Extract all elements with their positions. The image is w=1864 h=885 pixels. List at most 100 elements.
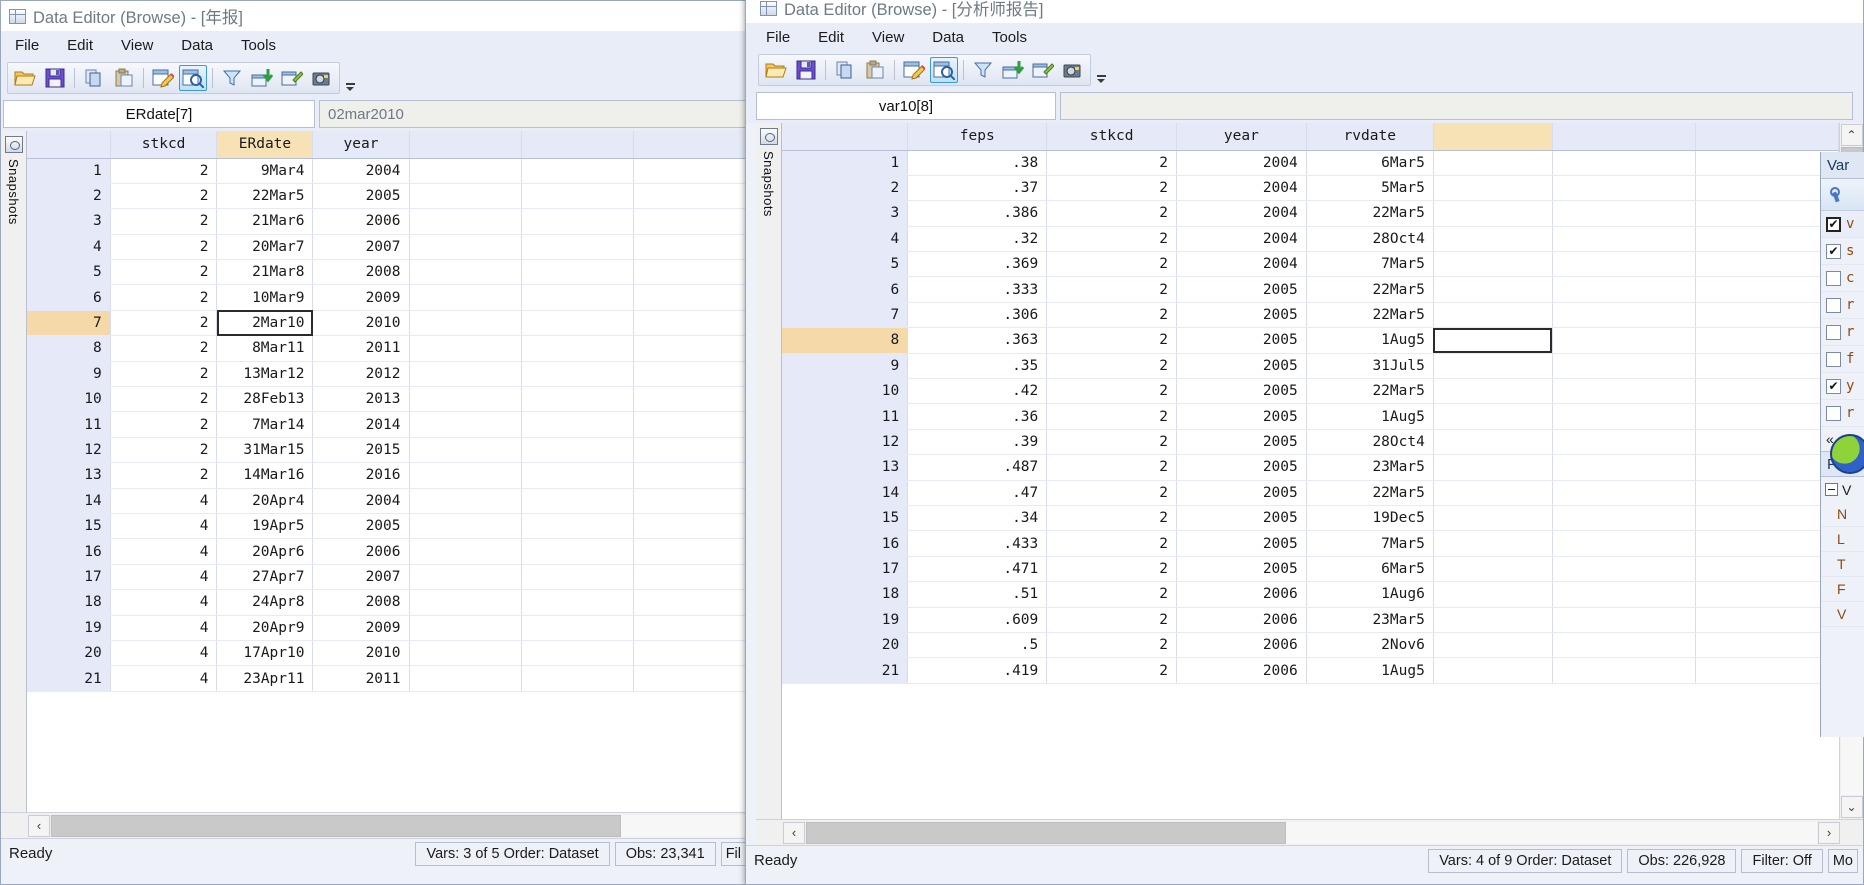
table-row[interactable]: 3.386 2 2004 22Mar5: [782, 200, 1839, 227]
cell-erdate[interactable]: 7Mar14: [216, 411, 314, 438]
table-row[interactable]: 20.5 2 2006 2Nov6: [782, 632, 1839, 659]
cell-empty[interactable]: [521, 462, 634, 489]
table-row[interactable]: 19 4 20Apr9 2009: [27, 615, 751, 641]
export-icon[interactable]: [278, 65, 306, 91]
cell-var10[interactable]: [1433, 353, 1553, 380]
row-observation-number[interactable]: 19: [782, 607, 909, 633]
cell-empty[interactable]: [1695, 276, 1839, 303]
row-observation-number[interactable]: 21: [782, 657, 909, 684]
table-row[interactable]: 5 2 21Mar8 2008: [27, 259, 751, 286]
table-row[interactable]: 10.42 2 2005 22Mar5: [782, 378, 1839, 405]
cell-rvdate[interactable]: 28Oct4: [1306, 226, 1434, 253]
table-row[interactable]: 6.333 2 2005 22Mar5: [782, 276, 1839, 303]
cell-empty[interactable]: [633, 183, 751, 210]
browse-mode-icon[interactable]: [930, 57, 958, 83]
cell-stkcd[interactable]: 2: [110, 335, 218, 362]
cell-rvdate[interactable]: 7Mar5: [1306, 530, 1434, 557]
cell-empty[interactable]: [521, 335, 634, 362]
cell-empty[interactable]: [521, 158, 634, 184]
cell-year[interactable]: 2006: [1176, 657, 1307, 684]
left-cell-value[interactable]: 02mar2010: [319, 100, 749, 128]
cell-empty[interactable]: [409, 564, 522, 591]
cell-year[interactable]: 2005: [1176, 353, 1307, 380]
cell-empty[interactable]: [633, 589, 751, 616]
left-data-editor-window[interactable]: Data Editor (Browse) - [年报] File Edit Vi…: [0, 0, 752, 885]
cell-var10[interactable]: [1433, 657, 1553, 684]
table-row[interactable]: 18 4 24Apr8 2008: [27, 589, 751, 616]
cell-erdate[interactable]: 20Apr4: [216, 488, 314, 514]
cell-rvdate[interactable]: 28Oct4: [1306, 429, 1434, 456]
snapshot-icon[interactable]: [308, 65, 336, 91]
cell-stkcd[interactable]: 2: [110, 208, 218, 235]
cell-stkcd[interactable]: 2: [1046, 378, 1177, 405]
cell-year[interactable]: 2011: [312, 665, 410, 692]
variable-list-item[interactable]: ✔ v: [1821, 211, 1864, 238]
cell-feps[interactable]: .609: [907, 607, 1048, 633]
table-row[interactable]: 14.47 2 2005 22Mar5: [782, 480, 1839, 506]
cell-empty[interactable]: [633, 615, 751, 641]
cell-empty[interactable]: [409, 310, 522, 337]
cell-empty[interactable]: [409, 538, 522, 565]
row-observation-number[interactable]: 1: [782, 150, 909, 176]
cell-stkcd[interactable]: 2: [110, 284, 218, 311]
scroll-up-arrow-icon[interactable]: ⌃: [1840, 124, 1863, 146]
cell-empty[interactable]: [633, 361, 751, 388]
cell-var10[interactable]: [1433, 454, 1553, 481]
table-row[interactable]: 9 2 13Mar12 2012: [27, 361, 751, 388]
cell-empty[interactable]: [1695, 378, 1839, 405]
table-row[interactable]: 21.419 2 2006 1Aug5: [782, 657, 1839, 684]
table-row[interactable]: 4.32 2 2004 28Oct4: [782, 226, 1839, 253]
cell-empty[interactable]: [633, 310, 751, 337]
row-observation-number[interactable]: 16: [27, 538, 111, 565]
cell-empty[interactable]: [633, 284, 751, 311]
cell-empty[interactable]: [409, 488, 522, 514]
cell-empty[interactable]: [521, 284, 634, 311]
cell-feps[interactable]: .34: [907, 505, 1048, 532]
cell-empty[interactable]: [409, 640, 522, 667]
col-header-feps[interactable]: feps: [907, 123, 1048, 151]
table-row[interactable]: 1.38 2 2004 6Mar5: [782, 150, 1839, 176]
cell-feps[interactable]: .47: [907, 480, 1048, 506]
col-header-var10[interactable]: [1433, 123, 1553, 151]
table-row[interactable]: 16.433 2 2005 7Mar5: [782, 530, 1839, 557]
cell-stkcd[interactable]: 2: [1046, 276, 1177, 303]
checkbox[interactable]: ✔: [1826, 243, 1841, 259]
cell-feps[interactable]: .363: [907, 327, 1048, 354]
cell-feps[interactable]: .433: [907, 530, 1048, 557]
cell-year[interactable]: 2004: [312, 158, 410, 184]
cell-empty[interactable]: [409, 437, 522, 464]
cell-stkcd[interactable]: 4: [110, 538, 218, 565]
cell-year[interactable]: 2004: [1176, 150, 1307, 176]
row-observation-number[interactable]: 16: [782, 530, 909, 557]
cell-var10[interactable]: [1433, 302, 1553, 329]
cell-rvdate[interactable]: 1Aug5: [1306, 327, 1434, 354]
row-observation-number[interactable]: 3: [782, 200, 909, 227]
right-snapshots-tab[interactable]: Snapshots: [756, 123, 782, 819]
cell-empty[interactable]: [521, 386, 634, 413]
row-observation-number[interactable]: 11: [27, 411, 111, 438]
cell-rvdate[interactable]: 6Mar5: [1306, 556, 1434, 583]
table-row[interactable]: 21 4 23Apr11 2011: [27, 665, 751, 692]
cell-year[interactable]: 2006: [1176, 632, 1307, 659]
table-row[interactable]: 2 2 22Mar5 2005: [27, 183, 751, 210]
cell-erdate[interactable]: 13Mar12: [216, 361, 314, 388]
row-observation-number[interactable]: 19: [27, 615, 111, 641]
menu-view[interactable]: View: [121, 37, 153, 54]
cell-empty[interactable]: [409, 386, 522, 413]
cell-feps[interactable]: .38: [907, 150, 1048, 176]
cell-erdate[interactable]: 22Mar5: [216, 183, 314, 210]
cell-var10[interactable]: [1433, 530, 1553, 557]
cell-erdate[interactable]: 31Mar15: [216, 437, 314, 464]
row-observation-number[interactable]: 15: [782, 505, 909, 532]
row-observation-number[interactable]: 7: [782, 302, 909, 329]
row-observation-number[interactable]: 2: [27, 183, 111, 210]
cell-empty[interactable]: [521, 564, 634, 591]
cell-empty[interactable]: [521, 538, 634, 565]
cell-year[interactable]: 2005: [312, 513, 410, 540]
cell-var10[interactable]: [1433, 581, 1553, 608]
copy-icon[interactable]: [80, 65, 108, 91]
cell-year[interactable]: 2013: [312, 386, 410, 413]
save-icon[interactable]: [41, 65, 69, 91]
cell-var10[interactable]: [1433, 327, 1553, 354]
row-observation-number[interactable]: 4: [782, 226, 909, 253]
